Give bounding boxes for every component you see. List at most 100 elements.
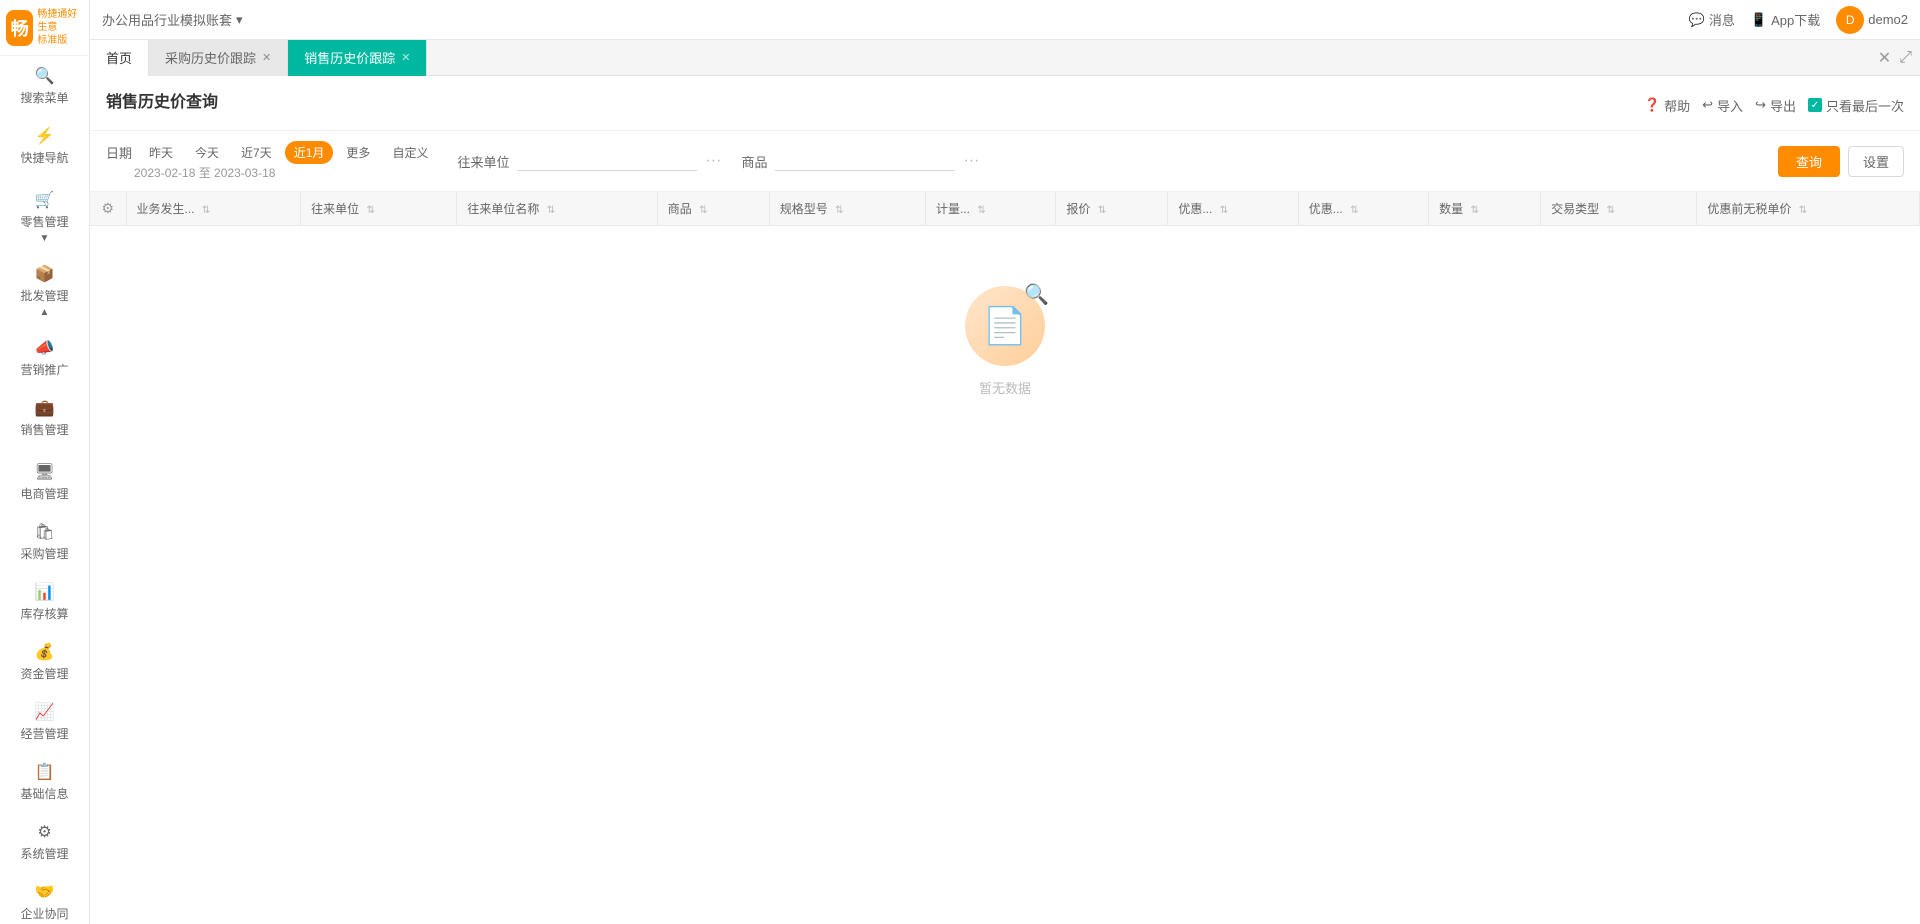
tab-sales-history[interactable]: 销售历史价跟踪 ✕	[288, 40, 427, 76]
sidebar-item-ecommerce[interactable]: 🖥 电商管理	[0, 452, 89, 512]
sort-discount2-icon[interactable]: ⇅	[1350, 205, 1358, 216]
message-icon: 💬	[1689, 12, 1705, 28]
sidebar-item-system[interactable]: ⚙ 系统管理	[0, 812, 89, 872]
retail-icon: 🛒	[35, 190, 55, 210]
account-selector[interactable]: 办公用品行业模拟账套 ▾	[102, 10, 243, 29]
col-quote: 报价 ⇅	[1056, 192, 1168, 226]
app-download-button[interactable]: 📱 App下载	[1751, 10, 1820, 29]
tabbar-actions: ✕ ⤢	[1878, 48, 1920, 68]
sidebar-item-search[interactable]: 🔍 搜索菜单	[0, 56, 89, 116]
basic-icon: 📋	[35, 762, 55, 782]
logo-icon: 畅	[6, 10, 33, 46]
date-btn-today[interactable]: 今天	[186, 141, 228, 164]
search-icon: 🔍	[35, 66, 55, 86]
help-button[interactable]: ❓ 帮助	[1644, 96, 1690, 115]
product-input[interactable]	[775, 151, 955, 171]
user-avatar-area[interactable]: D demo2	[1836, 6, 1908, 34]
export-button[interactable]: ↪ 导出	[1755, 96, 1796, 115]
dropdown-icon: ▾	[236, 12, 243, 28]
main-content: 办公用品行业模拟账套 ▾ 💬 消息 📱 App下载 D demo2 首页 采购历…	[90, 0, 1920, 924]
inventory-icon: 📊	[35, 582, 55, 602]
sidebar-item-purchase[interactable]: 🛍 采购管理	[0, 512, 89, 572]
product-label: 商品	[741, 152, 767, 171]
product-picker-button[interactable]: ···	[963, 152, 979, 170]
marketing-icon: 📣	[35, 338, 55, 358]
col-trade-type: 交易类型 ⇅	[1541, 192, 1697, 226]
tab-home[interactable]: 首页	[90, 40, 149, 76]
sidebar-item-basic[interactable]: 📋 基础信息	[0, 752, 89, 812]
col-unit: 计量... ⇅	[925, 192, 1055, 226]
sort-partner-code-icon[interactable]: ⇅	[367, 205, 375, 216]
export-icon: ↪	[1755, 97, 1766, 113]
sort-pretax-icon[interactable]: ⇅	[1799, 205, 1807, 216]
only-last-checkbox[interactable]: ✓ 只看最后一次	[1808, 96, 1904, 115]
date-btn-yesterday[interactable]: 昨天	[140, 141, 182, 164]
sidebar-item-retail[interactable]: 🛒 零售管理 ▼	[0, 180, 89, 254]
date-btn-1month[interactable]: 近1月	[285, 141, 334, 164]
sort-partner-name-icon[interactable]: ⇅	[547, 205, 555, 216]
settings-button[interactable]: 设置	[1848, 146, 1904, 177]
partner-input[interactable]	[517, 151, 697, 171]
sidebar-item-shortcut[interactable]: ⚡ 快捷导航	[0, 116, 89, 176]
sort-unit-icon[interactable]: ⇅	[977, 205, 985, 216]
page-title: 销售历史价查询	[106, 88, 218, 112]
logo-text: 畅捷通好生意 标准版	[37, 8, 83, 47]
import-button[interactable]: ↩ 导入	[1702, 96, 1743, 115]
sort-spec-icon[interactable]: ⇅	[835, 205, 843, 216]
col-partner-name: 往来单位名称 ⇅	[457, 192, 657, 226]
sort-trade-type-icon[interactable]: ⇅	[1606, 205, 1614, 216]
message-button[interactable]: 💬 消息	[1689, 10, 1735, 29]
close-purchase-history-tab[interactable]: ✕	[262, 51, 271, 64]
close-sales-history-tab[interactable]: ✕	[401, 51, 410, 64]
sidebar-item-operations[interactable]: 📈 经营管理	[0, 692, 89, 752]
product-filter-group: 商品 ···	[741, 151, 979, 171]
date-btn-more[interactable]: 更多	[337, 141, 379, 164]
date-btn-custom[interactable]: 自定义	[383, 141, 437, 164]
sidebar-item-finance[interactable]: 💰 资金管理	[0, 632, 89, 692]
partner-picker-button[interactable]: ···	[705, 152, 721, 170]
enterprise-icon: 🤝	[35, 882, 55, 902]
col-pretax: 优惠前无税单价 ⇅	[1697, 192, 1920, 226]
col-product: 商品 ⇅	[657, 192, 769, 226]
sidebar-item-sales[interactable]: 💼 销售管理	[0, 388, 89, 448]
data-table: ⚙ 业务发生... ⇅ 往来单位 ⇅ 往来单位名称 ⇅	[90, 192, 1920, 226]
sidebar-item-inventory[interactable]: 📊 库存核算	[0, 572, 89, 632]
column-settings-icon[interactable]: ⚙	[101, 200, 114, 216]
wholesale-icon: 📦	[35, 264, 55, 284]
query-button[interactable]: 查询	[1778, 146, 1840, 177]
partner-filter-group: 往来单位 ···	[457, 151, 721, 171]
sidebar: 畅 畅捷通好生意 标准版 🔍 搜索菜单 ⚡ 快捷导航 🛒 零售管理 ▼ 📦 批发…	[0, 0, 90, 924]
sort-discount1-icon[interactable]: ⇅	[1220, 205, 1228, 216]
sort-quantity-icon[interactable]: ⇅	[1471, 205, 1479, 216]
date-range-display: 2023-02-18 至 2023-03-18	[134, 166, 275, 180]
empty-illustration: 📄 🔍	[965, 286, 1045, 366]
tabbar: 首页 采购历史价跟踪 ✕ 销售历史价跟踪 ✕ ✕ ⤢	[90, 40, 1920, 76]
page: 销售历史价查询 ❓ 帮助 ↩ 导入 ↪ 导出 ✓	[90, 76, 1920, 924]
date-buttons: 昨天 今天 近7天 近1月 更多 自定义	[140, 141, 437, 164]
sidebar-item-marketing[interactable]: 📣 营销推广	[0, 328, 89, 388]
sidebar-item-wholesale[interactable]: 📦 批发管理 ▲	[0, 254, 89, 328]
date-btn-7days[interactable]: 近7天	[232, 141, 281, 164]
tab-purchase-history[interactable]: 采购历史价跟踪 ✕	[149, 40, 288, 76]
sort-quote-icon[interactable]: ⇅	[1098, 205, 1106, 216]
col-discount1: 优惠... ⇅	[1168, 192, 1298, 226]
empty-text: 暂无数据	[979, 378, 1031, 397]
empty-state: 📄 🔍 暂无数据	[90, 226, 1920, 457]
sort-biz-date-icon[interactable]: ⇅	[202, 205, 210, 216]
sort-product-icon[interactable]: ⇅	[699, 205, 707, 216]
date-label: 日期	[106, 143, 132, 162]
col-discount2: 优惠... ⇅	[1298, 192, 1428, 226]
maximize-icon[interactable]: ⤢	[1899, 49, 1912, 67]
import-icon: ↩	[1702, 97, 1713, 113]
ecommerce-icon: 🖥	[34, 462, 54, 482]
table-area: ⚙ 业务发生... ⇅ 往来单位 ⇅ 往来单位名称 ⇅	[90, 192, 1920, 924]
account-name: 办公用品行业模拟账套	[102, 10, 232, 29]
partner-label: 往来单位	[457, 152, 509, 171]
sidebar-item-enterprise[interactable]: 🤝 企业协同	[0, 872, 89, 924]
date-filter-group: 日期 昨天 今天 近7天 近1月 更多 自定义 2023-02-18 至 202…	[106, 141, 437, 181]
download-icon: 📱	[1751, 12, 1767, 28]
topbar-left: 办公用品行业模拟账套 ▾	[102, 10, 243, 29]
finance-icon: 💰	[35, 642, 55, 662]
system-icon: ⚙	[37, 822, 51, 842]
close-tab-icon[interactable]: ✕	[1878, 48, 1891, 68]
